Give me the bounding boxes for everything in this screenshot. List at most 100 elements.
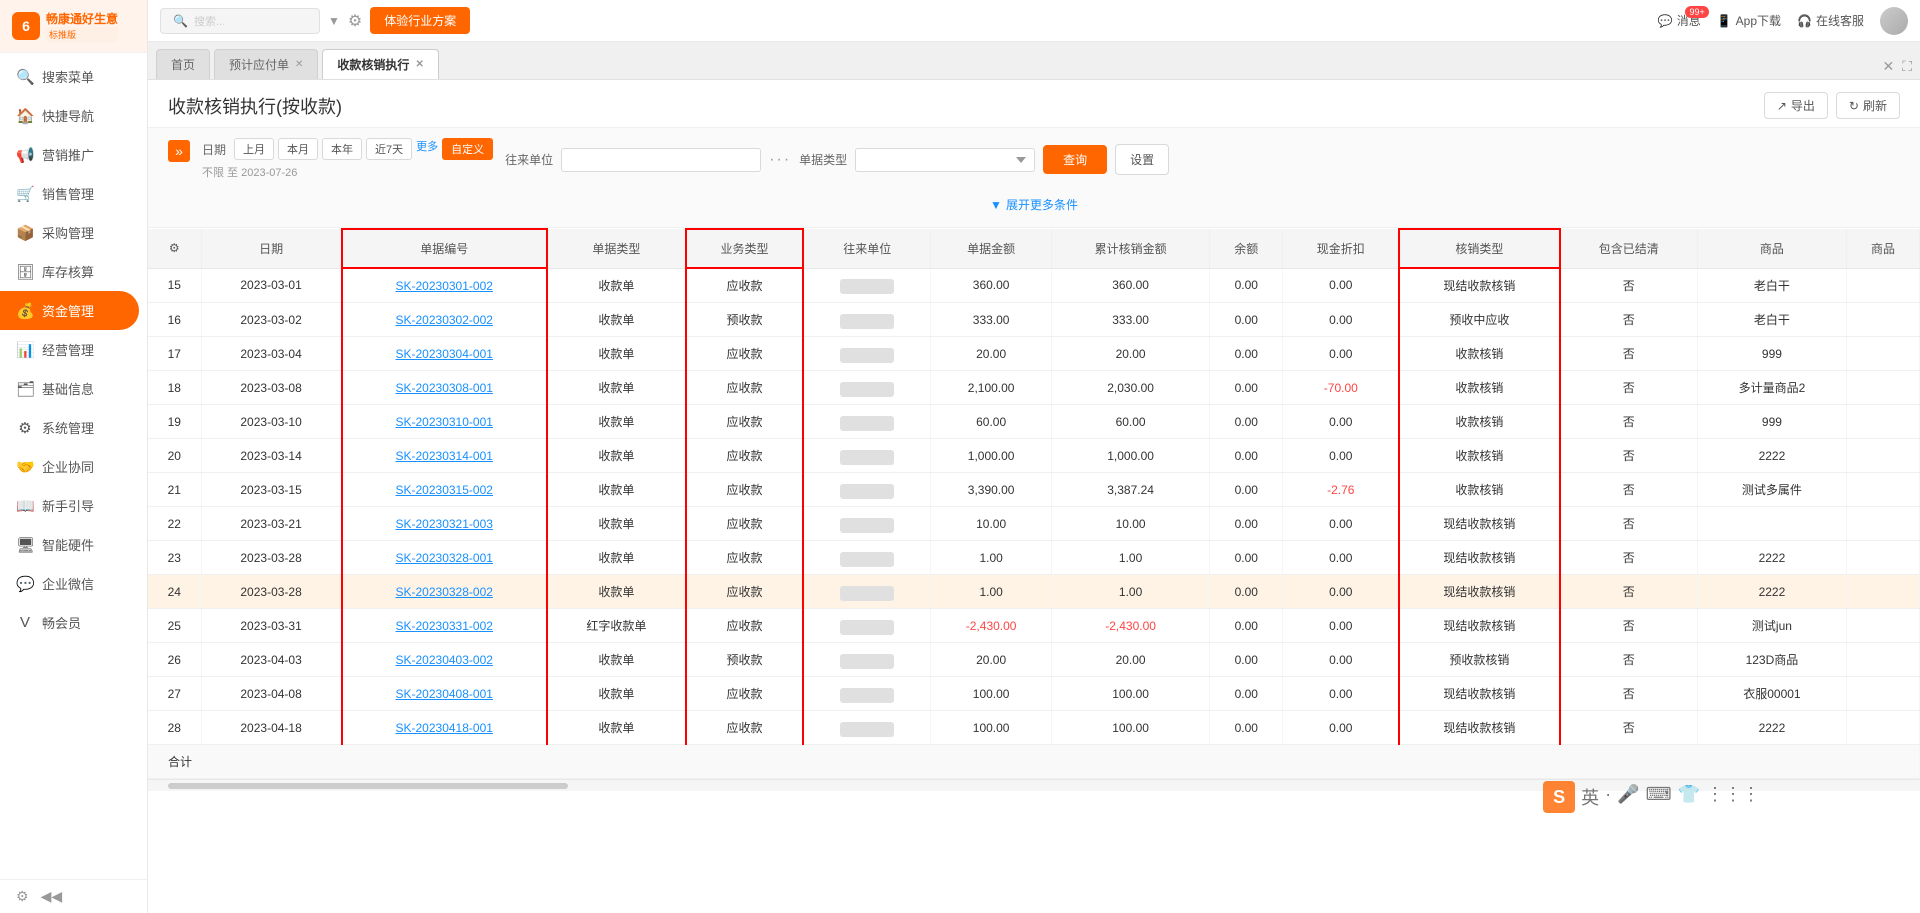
expand-conditions-btn[interactable]: ▼ 展开更多条件 xyxy=(168,192,1900,217)
expand-row: ▼ 展开更多条件 xyxy=(168,192,1900,217)
col-cumamount[interactable]: 累计核销金额 xyxy=(1051,229,1209,268)
fullscreen-icon[interactable]: ⛶ xyxy=(1902,58,1912,75)
col-billno[interactable]: 单据编号 xyxy=(342,229,547,268)
tab-close-payable[interactable]: ✕ xyxy=(295,59,303,70)
cell-rownum: 22 xyxy=(148,507,201,541)
tab-close-receipt[interactable]: ✕ xyxy=(415,59,423,70)
user-avatar[interactable] xyxy=(1880,7,1908,35)
cell-billno[interactable]: SK-20230308-001 xyxy=(342,371,547,405)
tab-home[interactable]: 首页 xyxy=(156,49,210,79)
date-7days[interactable]: 近7天 xyxy=(366,138,412,160)
col-billtype[interactable]: 单据类型 xyxy=(547,229,686,268)
topbar-search[interactable]: 🔍 搜索... xyxy=(160,8,320,34)
sidebar-item-wechat[interactable]: 💬企业微信 xyxy=(0,564,147,603)
table-row[interactable]: 27 2023-04-08 SK-20230408-001 收款单 应收款 10… xyxy=(148,677,1920,711)
sidebar-item-member[interactable]: V畅会员 xyxy=(0,603,147,642)
cell-balance: 0.00 xyxy=(1210,268,1283,303)
cell-billno[interactable]: SK-20230304-001 xyxy=(342,337,547,371)
tab-receipt[interactable]: 收款核销执行 ✕ xyxy=(322,49,438,79)
date-this-month[interactable]: 本月 xyxy=(278,138,318,160)
sidebar-item-operation[interactable]: 📊经营管理 xyxy=(0,330,147,369)
sidebar-item-basic[interactable]: 🗂基础信息 xyxy=(0,369,147,408)
app-download-btn[interactable]: 📱 App下载 xyxy=(1717,12,1781,29)
cell-amount: 20.00 xyxy=(931,337,1052,371)
sidebar-item-label: 新手引导 xyxy=(42,496,94,515)
cell-rownum: 26 xyxy=(148,643,201,677)
date-custom-btn[interactable]: 自定义 xyxy=(442,138,493,160)
more-options-dots[interactable]: ··· xyxy=(769,151,791,169)
table-row[interactable]: 19 2023-03-10 SK-20230310-001 收款单 应收款 60… xyxy=(148,405,1920,439)
collapse-icon[interactable]: ◀◀ xyxy=(41,888,63,905)
table-row[interactable]: 28 2023-04-18 SK-20230418-001 收款单 应收款 10… xyxy=(148,711,1920,745)
messages-btn[interactable]: 💬 消息 99+ xyxy=(1658,12,1701,29)
table-row[interactable]: 16 2023-03-02 SK-20230302-002 收款单 预收款 33… xyxy=(148,303,1920,337)
date-this-year[interactable]: 本年 xyxy=(322,138,362,160)
bill-type-select[interactable] xyxy=(855,148,1035,172)
dropdown-arrow[interactable]: ▼ xyxy=(328,14,340,28)
col-writetype[interactable]: 核销类型 xyxy=(1399,229,1559,268)
sidebar-item-newbie[interactable]: 📖新手引导 xyxy=(0,486,147,525)
settings-btn[interactable]: 设置 xyxy=(1115,144,1169,175)
filter-toggle-btn[interactable]: » xyxy=(168,140,190,162)
col-balance[interactable]: 余额 xyxy=(1210,229,1283,268)
table-row[interactable]: 18 2023-03-08 SK-20230308-001 收款单 应收款 2,… xyxy=(148,371,1920,405)
table-row[interactable]: 26 2023-04-03 SK-20230403-002 收款单 预收款 20… xyxy=(148,643,1920,677)
refresh-btn[interactable]: ↻ 刷新 xyxy=(1836,92,1900,119)
sidebar-item-purchase[interactable]: 📦采购管理 xyxy=(0,213,147,252)
cell-billno[interactable]: SK-20230403-002 xyxy=(342,643,547,677)
online-service-btn[interactable]: 🎧 在线客服 xyxy=(1797,12,1864,29)
sidebar-item-marketing[interactable]: 📢营销推广 xyxy=(0,135,147,174)
cell-billno[interactable]: SK-20230328-002 xyxy=(342,575,547,609)
col-partner[interactable]: 往来单位 xyxy=(803,229,931,268)
industry-btn[interactable]: 体验行业方案 xyxy=(370,7,470,34)
date-prev-month[interactable]: 上月 xyxy=(234,138,274,160)
cell-date: 2023-03-02 xyxy=(201,303,341,337)
cell-billno[interactable]: SK-20230302-002 xyxy=(342,303,547,337)
sidebar-item-inventory[interactable]: 🗄库存核算 xyxy=(0,252,147,291)
col-biztype[interactable]: 业务类型 xyxy=(686,229,803,268)
col-goods1[interactable]: 商品 xyxy=(1697,229,1846,268)
horizontal-scrollbar[interactable] xyxy=(168,783,568,789)
cell-billno[interactable]: SK-20230321-003 xyxy=(342,507,547,541)
table-row[interactable]: 24 2023-03-28 SK-20230328-002 收款单 应收款 1.… xyxy=(148,575,1920,609)
cell-billno[interactable]: SK-20230328-001 xyxy=(342,541,547,575)
close-tab-icon[interactable]: ✕ xyxy=(1882,58,1894,75)
col-settings[interactable]: ⚙ xyxy=(148,229,201,268)
col-includeclear[interactable]: 包含已结清 xyxy=(1560,229,1698,268)
sidebar-item-search[interactable]: 🔍搜索菜单 xyxy=(0,57,147,96)
cell-billno[interactable]: SK-20230408-001 xyxy=(342,677,547,711)
cell-writetype: 现结收款核销 xyxy=(1399,541,1559,575)
partner-input[interactable] xyxy=(561,148,761,172)
sidebar-item-finance[interactable]: 💰资金管理 xyxy=(0,291,139,330)
sidebar-item-sales[interactable]: 🛒销售管理 xyxy=(0,174,147,213)
sidebar-item-hardware[interactable]: 🖥智能硬件 xyxy=(0,525,147,564)
sidebar-item-corp[interactable]: 🤝企业协同 xyxy=(0,447,147,486)
cell-billno[interactable]: SK-20230315-002 xyxy=(342,473,547,507)
cell-billno[interactable]: SK-20230331-002 xyxy=(342,609,547,643)
sidebar-item-system[interactable]: ⚙系统管理 xyxy=(0,408,147,447)
table-row[interactable]: 20 2023-03-14 SK-20230314-001 收款单 应收款 1,… xyxy=(148,439,1920,473)
cell-billno[interactable]: SK-20230314-001 xyxy=(342,439,547,473)
col-amount[interactable]: 单据金额 xyxy=(931,229,1052,268)
export-btn[interactable]: ↗ 导出 xyxy=(1764,92,1828,119)
table-row[interactable]: 17 2023-03-04 SK-20230304-001 收款单 应收款 20… xyxy=(148,337,1920,371)
col-cashdiscount[interactable]: 现金折扣 xyxy=(1283,229,1400,268)
cell-billno[interactable]: SK-20230301-002 xyxy=(342,268,547,303)
table-row[interactable]: 25 2023-03-31 SK-20230331-002 红字收款单 应收款 … xyxy=(148,609,1920,643)
table-row[interactable]: 15 2023-03-01 SK-20230301-002 收款单 应收款 36… xyxy=(148,268,1920,303)
table-row[interactable]: 21 2023-03-15 SK-20230315-002 收款单 应收款 3,… xyxy=(148,473,1920,507)
sidebar-item-quicknav[interactable]: 🏠快捷导航 xyxy=(0,96,147,135)
col-date[interactable]: 日期 xyxy=(201,229,341,268)
cell-billno[interactable]: SK-20230310-001 xyxy=(342,405,547,439)
query-btn[interactable]: 查询 xyxy=(1043,145,1107,174)
topbar-gear-icon[interactable]: ⚙ xyxy=(348,11,362,31)
member-nav-icon: V xyxy=(16,614,34,631)
table-row[interactable]: 23 2023-03-28 SK-20230328-001 收款单 应收款 1.… xyxy=(148,541,1920,575)
date-more[interactable]: 更多 xyxy=(416,138,438,160)
table-row[interactable]: 22 2023-03-21 SK-20230321-003 收款单 应收款 10… xyxy=(148,507,1920,541)
cell-writetype: 收款核销 xyxy=(1399,371,1559,405)
cell-billno[interactable]: SK-20230418-001 xyxy=(342,711,547,745)
col-goods2[interactable]: 商品 xyxy=(1846,229,1919,268)
tab-payable[interactable]: 预计应付单 ✕ xyxy=(214,49,318,79)
settings-icon[interactable]: ⚙ xyxy=(16,888,29,905)
